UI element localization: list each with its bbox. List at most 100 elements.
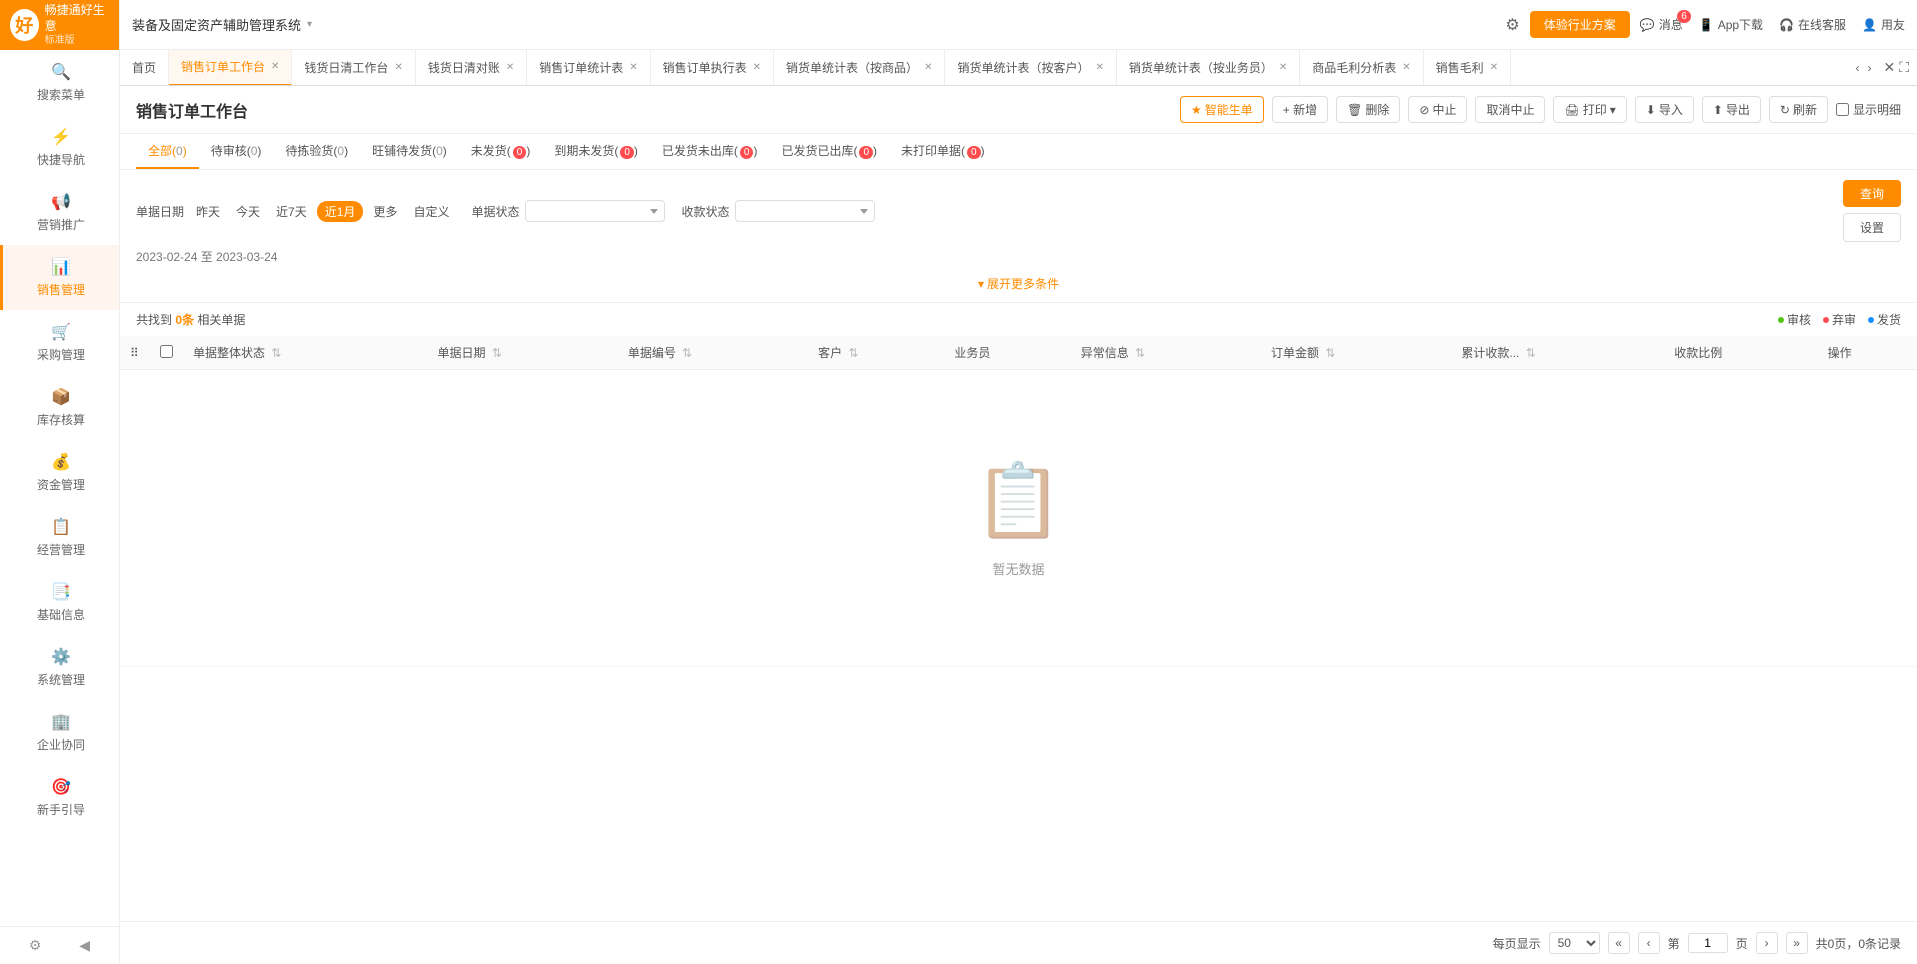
subtab-expired-not-shipped[interactable]: 到期未发货(0) — [542, 134, 650, 169]
page-size-select[interactable]: 10 20 50 100 — [1549, 932, 1600, 954]
tab-close-cash-reconcile[interactable]: ✕ — [506, 62, 514, 73]
sidebar-item-search[interactable]: 🔍搜索菜单 — [0, 50, 119, 115]
subtab-shipped-out[interactable]: 已发货已出库(0) — [769, 134, 889, 169]
sidebar-item-quick-nav[interactable]: ⚡快捷导航 — [0, 115, 119, 180]
tab-close-sales-order-stats[interactable]: ✕ — [629, 62, 637, 73]
query-button[interactable]: 查询 — [1843, 180, 1901, 207]
tabs-scroll-right[interactable]: › — [1863, 61, 1875, 75]
date-btn-今天[interactable]: 今天 — [230, 201, 266, 222]
sidebar-item-base-info[interactable]: 📑基础信息 — [0, 570, 119, 635]
refresh-button[interactable]: ↻ 刷新 — [1769, 96, 1828, 123]
tab-sales-more[interactable]: 销售毛利✕ — [1424, 50, 1511, 86]
subtab-all[interactable]: 全部(0) — [136, 134, 199, 169]
sort-icon-doc-date[interactable]: ⇅ — [492, 346, 502, 360]
page-number-input[interactable] — [1688, 933, 1728, 953]
ship-button[interactable]: 发货 — [1868, 311, 1901, 328]
subtab-pending-inspect[interactable]: 待拣验货(0) — [273, 134, 360, 169]
tab-close-sales-more[interactable]: ✕ — [1490, 62, 1498, 73]
sort-icon-customer[interactable]: ⇅ — [849, 346, 859, 360]
page-size-label: 每页显示 — [1493, 935, 1541, 952]
message-item[interactable]: 💬 消息 6 — [1640, 16, 1683, 33]
user-item[interactable]: 👤 用友 — [1862, 16, 1905, 33]
sort-icon-order-amount[interactable]: ⇅ — [1325, 346, 1335, 360]
nav-label-enterprise: 企业协同 — [37, 736, 85, 753]
show-detail-checkbox-label[interactable]: 显示明细 — [1836, 101, 1901, 118]
sidebar-item-guide[interactable]: 🎯新手引导 — [0, 765, 119, 830]
import-button[interactable]: ⬇ 导入 — [1635, 96, 1694, 123]
date-btn-昨天[interactable]: 昨天 — [190, 201, 226, 222]
tab-sales-stats-customer[interactable]: 销货单统计表（按客户）✕ — [945, 50, 1116, 86]
settings-icon[interactable]: ⚙ — [29, 937, 42, 954]
tab-sales-order-stats[interactable]: 销售订单统计表✕ — [527, 50, 650, 86]
status-select[interactable] — [525, 200, 665, 222]
tab-home[interactable]: 首页 — [120, 50, 169, 86]
subtab-pending-review[interactable]: 待审核(0) — [199, 134, 274, 169]
topbar-settings-icon[interactable]: ⚙ — [1505, 15, 1519, 35]
sort-icon-doc-status[interactable]: ⇅ — [271, 346, 281, 360]
smart-create-button[interactable]: ★ 智能生单 — [1180, 96, 1264, 123]
tab-close-sales-stats-staff[interactable]: ✕ — [1279, 62, 1287, 73]
select-all-checkbox[interactable] — [160, 345, 173, 358]
sidebar-item-inventory[interactable]: 📦库存核算 — [0, 375, 119, 440]
tab-close-cash-daily[interactable]: ✕ — [394, 62, 402, 73]
date-btn-近1月[interactable]: 近1月 — [317, 201, 364, 222]
tab-close-product-margin[interactable]: ✕ — [1402, 62, 1410, 73]
expand-tabs-icon[interactable]: ⛶ — [1899, 59, 1909, 76]
audit-button[interactable]: 审核 — [1778, 311, 1811, 328]
online-service-item[interactable]: 🎧 在线客服 — [1779, 16, 1846, 33]
sidebar-item-finance[interactable]: 💰资金管理 — [0, 440, 119, 505]
cancel-audit-button[interactable]: 弃审 — [1823, 311, 1856, 328]
col-checkbox[interactable] — [150, 336, 183, 370]
last-page-button[interactable]: » — [1786, 932, 1808, 954]
delete-button[interactable]: 🗑 删除 — [1336, 96, 1400, 123]
collapse-icon[interactable]: ◀ — [79, 937, 90, 954]
export-button[interactable]: ⬆ 导出 — [1702, 96, 1761, 123]
tab-close-sales-stats-product[interactable]: ✕ — [924, 62, 932, 73]
tab-sales-stats-staff[interactable]: 销货单统计表（按业务员）✕ — [1117, 50, 1300, 86]
tab-close-sales-order-detail[interactable]: ✕ — [753, 62, 761, 73]
next-page-button[interactable]: › — [1756, 932, 1778, 954]
subtab-not-shipped[interactable]: 未发货(0) — [459, 134, 543, 169]
tab-sales-order-detail[interactable]: 销售订单执行表✕ — [651, 50, 774, 86]
print-button[interactable]: 🖨 打印 ▾ — [1553, 96, 1626, 123]
subtab-not-printed[interactable]: 未打印单据(0) — [889, 134, 997, 169]
close-all-tabs-icon[interactable]: ✕ — [1883, 59, 1895, 76]
payment-filter: 收款状态 — [681, 200, 875, 222]
tab-product-margin[interactable]: 商品毛利分析表✕ — [1300, 50, 1423, 86]
subtab-count-pending-inspect: 0 — [337, 144, 344, 158]
filter-setting-button[interactable]: 设置 — [1843, 213, 1901, 242]
date-btn-自定义[interactable]: 自定义 — [407, 201, 455, 222]
tabs-scroll-left[interactable]: ‹ — [1851, 61, 1863, 75]
first-page-button[interactable]: « — [1608, 932, 1630, 954]
sort-icon-doc-number[interactable]: ⇅ — [682, 346, 692, 360]
solution-button[interactable]: 体验行业方案 — [1530, 11, 1630, 38]
subtab-shipped-not-out[interactable]: 已发货未出库(0) — [650, 134, 770, 169]
nav-icon-quick-nav: ⚡ — [51, 127, 71, 147]
payment-select[interactable] — [735, 200, 875, 222]
tab-cash-daily[interactable]: 钱货日清工作台✕ — [292, 50, 415, 86]
system-dropdown-icon[interactable]: ▾ — [307, 19, 312, 30]
sort-icon-collected[interactable]: ⇅ — [1526, 346, 1536, 360]
sidebar-item-operation[interactable]: 📋经营管理 — [0, 505, 119, 570]
sort-icon-abnormal[interactable]: ⇅ — [1135, 346, 1145, 360]
tab-cash-reconcile[interactable]: 钱货日清对账✕ — [416, 50, 527, 86]
sidebar-item-system[interactable]: ⚙️系统管理 — [0, 635, 119, 700]
date-btn-更多[interactable]: 更多 — [367, 201, 403, 222]
sidebar-item-purchase[interactable]: 🛒采购管理 — [0, 310, 119, 375]
tab-sales-order-workspace[interactable]: 销售订单工作台✕ — [169, 50, 292, 86]
app-download-item[interactable]: 📱 App下载 — [1699, 16, 1763, 33]
sidebar-item-sales[interactable]: 📊销售管理 — [0, 245, 119, 310]
tab-close-sales-stats-customer[interactable]: ✕ — [1095, 62, 1103, 73]
expand-filter-button[interactable]: ▾ 展开更多条件 — [978, 275, 1059, 292]
prev-page-button[interactable]: ‹ — [1638, 932, 1660, 954]
cancel-stop-button[interactable]: 取消中止 — [1475, 96, 1545, 123]
subtab-wangpu-pending[interactable]: 旺铺待发货(0) — [360, 134, 459, 169]
stop-button[interactable]: ⊘ 中止 — [1408, 96, 1467, 123]
show-detail-checkbox[interactable] — [1836, 103, 1849, 116]
tab-sales-stats-product[interactable]: 销货单统计表（按商品）✕ — [774, 50, 945, 86]
sidebar-item-marketing[interactable]: 📢营销推广 — [0, 180, 119, 245]
add-button[interactable]: + 新增 — [1272, 96, 1328, 123]
date-btn-近7天[interactable]: 近7天 — [270, 201, 313, 222]
sidebar-item-enterprise[interactable]: 🏢企业协同 — [0, 700, 119, 765]
tab-close-sales-order-workspace[interactable]: ✕ — [271, 61, 279, 72]
